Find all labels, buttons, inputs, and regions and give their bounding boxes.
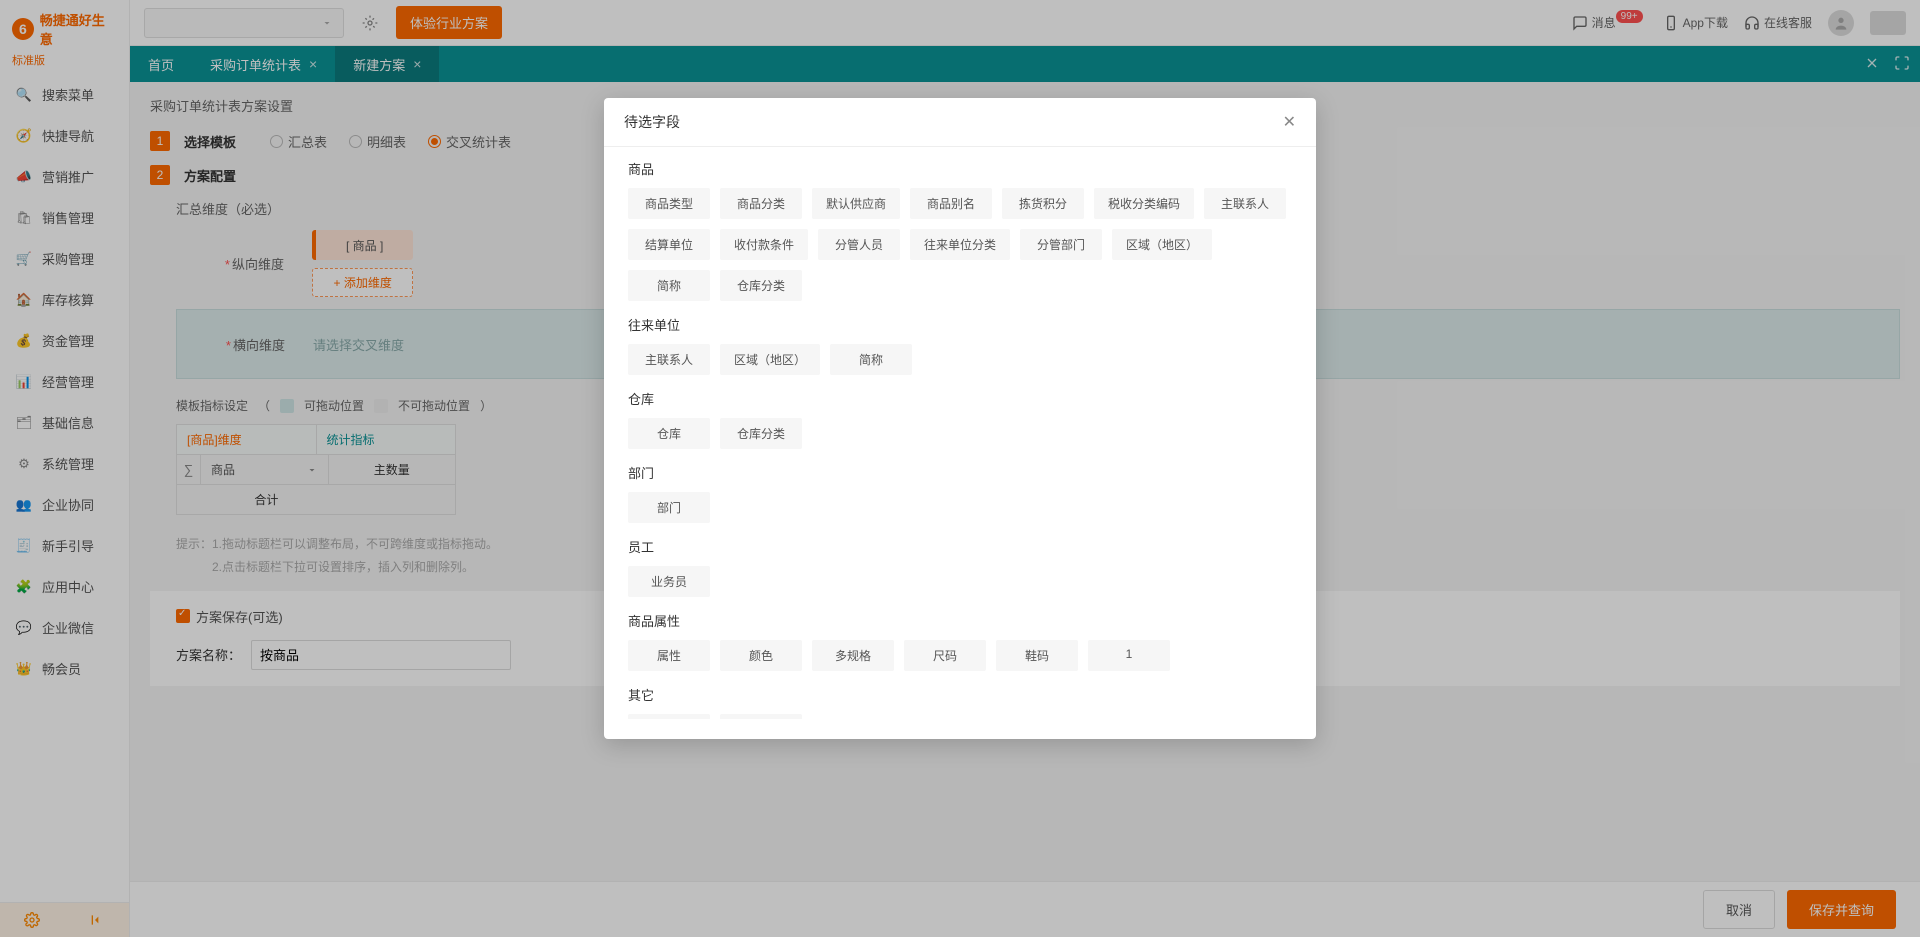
field-chip-grid: 部门 (628, 492, 1292, 523)
field-group: 商品商品类型商品分类默认供应商商品别名拣货积分税收分类编码主联系人结算单位收付款… (628, 159, 1292, 301)
field-chip[interactable]: 仓库 (628, 418, 710, 449)
field-chip-grid: 单据日期 项目 (628, 714, 1292, 719)
field-chip-grid: 属性颜色多规格尺码鞋码 1 (628, 640, 1292, 671)
field-chip[interactable]: 收付款条件 (720, 229, 808, 260)
field-chip[interactable]: 分管部门 (1020, 229, 1102, 260)
modal-body: 商品商品类型商品分类默认供应商商品别名拣货积分税收分类编码主联系人结算单位收付款… (604, 159, 1316, 719)
field-chip[interactable]: 区域（地区） (720, 344, 820, 375)
field-chip[interactable]: 业务员 (628, 566, 710, 597)
app-root: 6 畅捷通好生意 标准版 🔍搜索菜单🧭快捷导航📣营销推广🛍销售管理🛒采购管理🏠库… (0, 0, 1920, 937)
field-chip-grid: 仓库仓库分类 (628, 418, 1292, 449)
field-chip[interactable]: 多规格 (812, 640, 894, 671)
field-chip[interactable]: 单据日期 (628, 714, 710, 719)
field-chip[interactable]: 拣货积分 (1002, 188, 1084, 219)
field-group: 仓库仓库仓库分类 (628, 389, 1292, 449)
field-chip[interactable]: 分管人员 (818, 229, 900, 260)
field-chip[interactable]: 商品类型 (628, 188, 710, 219)
field-group: 其它单据日期 项目 (628, 685, 1292, 719)
field-chip-grid: 主联系人区域（地区） 简称 (628, 344, 1292, 375)
field-chip[interactable]: 属性 (628, 640, 710, 671)
field-group: 往来单位主联系人区域（地区） 简称 (628, 315, 1292, 375)
field-group: 部门部门 (628, 463, 1292, 523)
field-chip[interactable]: 鞋码 (996, 640, 1078, 671)
field-chip[interactable]: 税收分类编码 (1094, 188, 1194, 219)
field-group-title: 商品属性 (628, 611, 1292, 630)
field-group: 商品属性属性颜色多规格尺码鞋码 1 (628, 611, 1292, 671)
field-group-title: 仓库 (628, 389, 1292, 408)
field-chip[interactable]: 部门 (628, 492, 710, 523)
modal-close-button[interactable]: ✕ (1283, 112, 1296, 132)
field-chip[interactable]: 主联系人 (628, 344, 710, 375)
field-chip[interactable]: 默认供应商 (812, 188, 900, 219)
field-chip[interactable]: 往来单位分类 (910, 229, 1010, 260)
modal-title: 待选字段 (624, 112, 680, 132)
field-chip[interactable]: 尺码 (904, 640, 986, 671)
field-chip[interactable]: 主联系人 (1204, 188, 1286, 219)
field-picker-modal: 待选字段 ✕ 商品商品类型商品分类默认供应商商品别名拣货积分税收分类编码主联系人… (604, 98, 1316, 739)
field-chip[interactable]: 商品别名 (910, 188, 992, 219)
field-group: 员工业务员 (628, 537, 1292, 597)
modal-header: 待选字段 ✕ (604, 98, 1316, 146)
field-group-title: 员工 (628, 537, 1292, 556)
field-chip[interactable]: 项目 (720, 714, 802, 719)
field-chip-grid: 业务员 (628, 566, 1292, 597)
field-group-title: 其它 (628, 685, 1292, 704)
field-group-title: 部门 (628, 463, 1292, 482)
field-chip[interactable]: 区域（地区） (1112, 229, 1212, 260)
field-chip[interactable]: 仓库分类 (720, 270, 802, 301)
field-chip[interactable]: 仓库分类 (720, 418, 802, 449)
field-group-title: 往来单位 (628, 315, 1292, 334)
field-chip-grid: 商品类型商品分类默认供应商商品别名拣货积分税收分类编码主联系人结算单位收付款条件… (628, 188, 1292, 301)
field-chip[interactable]: 商品分类 (720, 188, 802, 219)
field-chip[interactable]: 结算单位 (628, 229, 710, 260)
field-chip[interactable]: 简称 (830, 344, 912, 375)
field-chip[interactable]: 简称 (628, 270, 710, 301)
field-chip[interactable]: 1 (1088, 640, 1170, 671)
field-chip[interactable]: 颜色 (720, 640, 802, 671)
field-group-title: 商品 (628, 159, 1292, 178)
